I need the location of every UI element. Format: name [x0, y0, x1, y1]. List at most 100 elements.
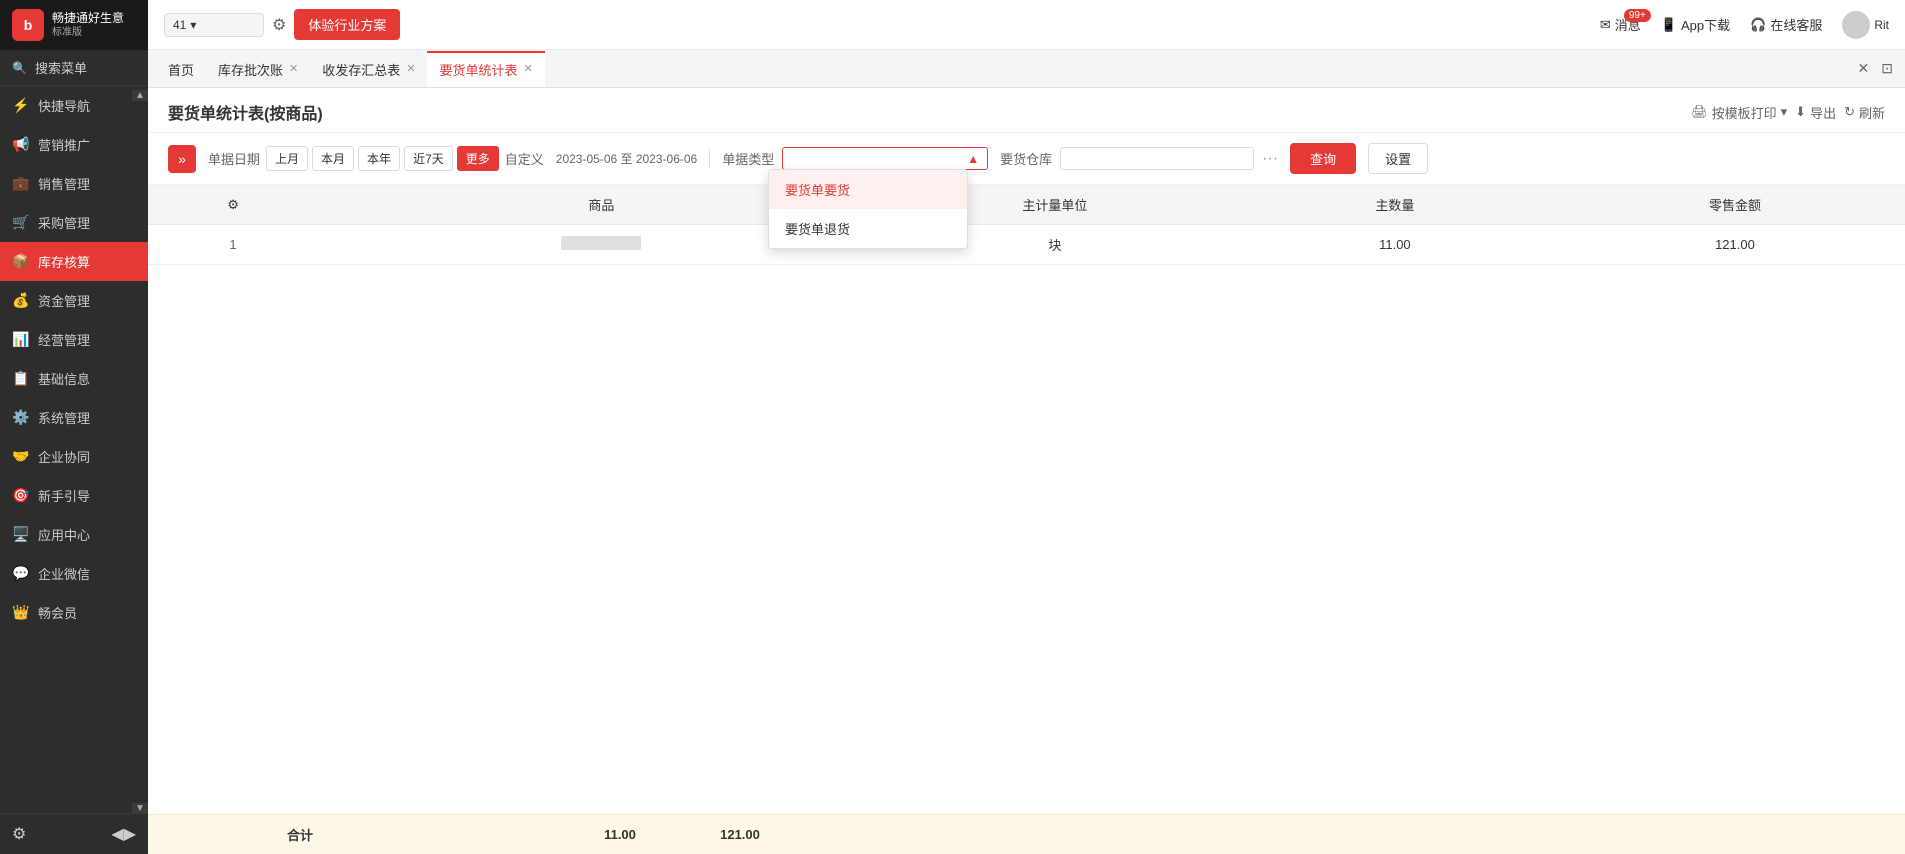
sidebar-footer: ⚙ ◀▶: [0, 813, 148, 854]
sidebar-header: b 畅捷通好生意 标准版: [0, 0, 148, 50]
print-template-btn[interactable]: 🖨 按模板打印 ▾: [1691, 103, 1787, 122]
tab-order-summary[interactable]: 要货单统计表 ✕: [427, 51, 544, 87]
gear-icon[interactable]: ⚙: [227, 197, 239, 212]
date-btn-this-year[interactable]: 本年: [358, 146, 400, 171]
date-btn-last-7-days[interactable]: 近7天: [404, 146, 453, 171]
sidebar-item-sales[interactable]: 💼 销售管理: [0, 164, 148, 203]
filter-expand-btn[interactable]: »: [168, 145, 196, 173]
user-menu[interactable]: Rit: [1842, 11, 1889, 39]
sidebar-item-base-info[interactable]: 📋 基础信息: [0, 359, 148, 398]
messages-btn[interactable]: ✉ 消息 99+: [1600, 15, 1641, 34]
settings-button[interactable]: 设置: [1368, 143, 1428, 174]
warehouse-more-icon[interactable]: ···: [1262, 150, 1278, 168]
system-icon: ⚙️: [12, 409, 30, 426]
settings-icon[interactable]: ⚙: [12, 824, 26, 844]
sidebar-item-marketing[interactable]: 📢 营销推广: [0, 125, 148, 164]
close-tab-inventory-batch[interactable]: ✕: [289, 64, 298, 75]
refresh-icon: ↻: [1844, 104, 1855, 120]
app-download-btn[interactable]: 📱 App下载: [1661, 15, 1730, 34]
footer-label: 合计: [160, 825, 440, 844]
base-info-icon: 📋: [12, 370, 30, 387]
topbar: 41 ▾ ⚙ 体验行业方案 ✉ 消息 99+ 📱 App下载 🎧 在线客服 R: [148, 0, 1905, 50]
enterprise-icon: 🤝: [12, 448, 30, 465]
tab-receivable-summary[interactable]: 收发存汇总表 ✕: [310, 51, 427, 87]
print-icon: 🖨: [1691, 104, 1708, 120]
sidebar-item-quick-nav[interactable]: ⚡ 快捷导航: [0, 86, 148, 125]
date-btn-last-month[interactable]: 上月: [266, 146, 308, 171]
refresh-btn[interactable]: ↻ 刷新: [1844, 103, 1885, 122]
sidebar-item-guide[interactable]: 🎯 新手引导: [0, 476, 148, 515]
wechat-icon: 💬: [12, 565, 30, 582]
date-custom-label: 自定义: [505, 149, 544, 168]
export-icon: ⬇: [1795, 104, 1806, 120]
table-row: 1 块 11.00 121.00: [148, 225, 1905, 265]
sidebar-item-operations[interactable]: 📊 经营管理: [0, 320, 148, 359]
type-input[interactable]: [791, 151, 967, 166]
online-service-btn[interactable]: 🎧 在线客服: [1750, 15, 1822, 34]
sidebar-item-inventory[interactable]: 📦 库存核算: [0, 242, 148, 281]
app-center-icon: 🖥️: [12, 526, 30, 543]
page-header: 要货单统计表(按商品) 🖨 按模板打印 ▾ ⬇ 导出 ↻ 刷新: [148, 88, 1905, 133]
sidebar-scroll-up[interactable]: ▲: [132, 90, 148, 101]
table-footer: 合计 11.00 121.00: [148, 814, 1905, 854]
cell-qty: 11.00: [1225, 225, 1565, 265]
product-name-placeholder: [561, 236, 641, 250]
sidebar-item-purchase[interactable]: 🛒 采购管理: [0, 203, 148, 242]
page-title: 要货单统计表(按商品): [168, 100, 323, 124]
type-select[interactable]: ▲: [782, 147, 988, 170]
collapse-icon[interactable]: ◀▶: [111, 824, 136, 844]
message-icon: ✉: [1600, 17, 1611, 33]
sidebar-item-enterprise[interactable]: 🤝 企业协同: [0, 437, 148, 476]
sidebar-item-vip[interactable]: 👑 畅会员: [0, 593, 148, 632]
username: Rit: [1874, 18, 1889, 32]
close-tab-order-summary[interactable]: ✕: [524, 64, 533, 75]
quick-nav-icon: ⚡: [12, 97, 30, 114]
close-all-tabs-btn[interactable]: ✕: [1854, 56, 1874, 81]
service-icon: 🎧: [1750, 17, 1766, 33]
tabs-bar: 首页 库存批次账 ✕ 收发存汇总表 ✕ 要货单统计表 ✕ ✕ ⊡: [148, 50, 1905, 88]
type-dropdown: 要货单要货 要货单退货: [768, 169, 968, 249]
inventory-icon: 📦: [12, 253, 30, 270]
page-actions: 🖨 按模板打印 ▾ ⬇ 导出 ↻ 刷新: [1691, 103, 1885, 122]
col-header-amount: 零售金额: [1565, 185, 1905, 225]
sidebar-item-wechat[interactable]: 💬 企业微信: [0, 554, 148, 593]
date-btn-this-month[interactable]: 本月: [312, 146, 354, 171]
table-header-row: ⚙ 商品 主计量单位 主数量 零售金额: [148, 185, 1905, 225]
store-selector[interactable]: 41 ▾: [164, 13, 264, 37]
cell-amount: 121.00: [1565, 225, 1905, 265]
query-button[interactable]: 查询: [1290, 143, 1356, 174]
date-label: 单据日期: [208, 149, 260, 168]
close-tab-receivable-summary[interactable]: ✕: [406, 64, 415, 75]
sidebar-item-system[interactable]: ⚙️ 系统管理: [0, 398, 148, 437]
chevron-down-icon: ▾: [190, 18, 196, 32]
date-range-display: 2023-05-06 至 2023-06-06: [556, 150, 697, 167]
warehouse-input[interactable]: [1060, 147, 1254, 170]
sidebar-nav: ⚡ 快捷导航 📢 营销推广 💼 销售管理 🛒 采购管理 📦 库存核算 💰 资金管…: [0, 86, 148, 813]
dropdown-item-yaohuo[interactable]: 要货单要货: [769, 170, 967, 209]
data-table: ⚙ 商品 主计量单位 主数量 零售金额 1 块: [148, 185, 1905, 265]
filter-bar: » 单据日期 上月 本月 本年 近7天 更多 自定义 2023-05-06 至 …: [148, 133, 1905, 185]
footer-amount: 121.00: [680, 827, 800, 842]
footer-row: 合计 11.00 121.00: [160, 825, 1893, 844]
dropdown-item-tuihuo[interactable]: 要货单退货: [769, 209, 967, 248]
vip-icon: 👑: [12, 604, 30, 621]
date-quick-btns: 上月 本月 本年 近7天 更多: [266, 146, 499, 171]
topbar-gear-icon[interactable]: ⚙: [272, 15, 286, 35]
tab-inventory-batch[interactable]: 库存批次账 ✕: [206, 51, 310, 87]
export-btn[interactable]: ⬇ 导出: [1795, 103, 1836, 122]
maximize-btn[interactable]: ⊡: [1877, 56, 1897, 81]
cell-index: 1: [148, 225, 318, 265]
sidebar-search[interactable]: 🔍 搜索菜单: [0, 50, 148, 86]
sidebar-item-app-center[interactable]: 🖥️ 应用中心: [0, 515, 148, 554]
promo-button[interactable]: 体验行业方案: [294, 9, 400, 40]
date-btn-more[interactable]: 更多: [457, 146, 499, 171]
purchase-icon: 🛒: [12, 214, 30, 231]
col-header-index: ⚙: [148, 185, 318, 225]
sidebar-scroll-down[interactable]: ▼: [132, 803, 148, 814]
sidebar-item-finance[interactable]: 💰 资金管理: [0, 281, 148, 320]
type-label: 单据类型: [722, 149, 774, 168]
tab-home[interactable]: 首页: [156, 51, 206, 87]
type-arrow-icon: ▲: [967, 152, 979, 166]
topbar-right: ✉ 消息 99+ 📱 App下载 🎧 在线客服 Rit: [1600, 11, 1889, 39]
type-filter-group: 单据类型 ▲: [722, 147, 988, 170]
